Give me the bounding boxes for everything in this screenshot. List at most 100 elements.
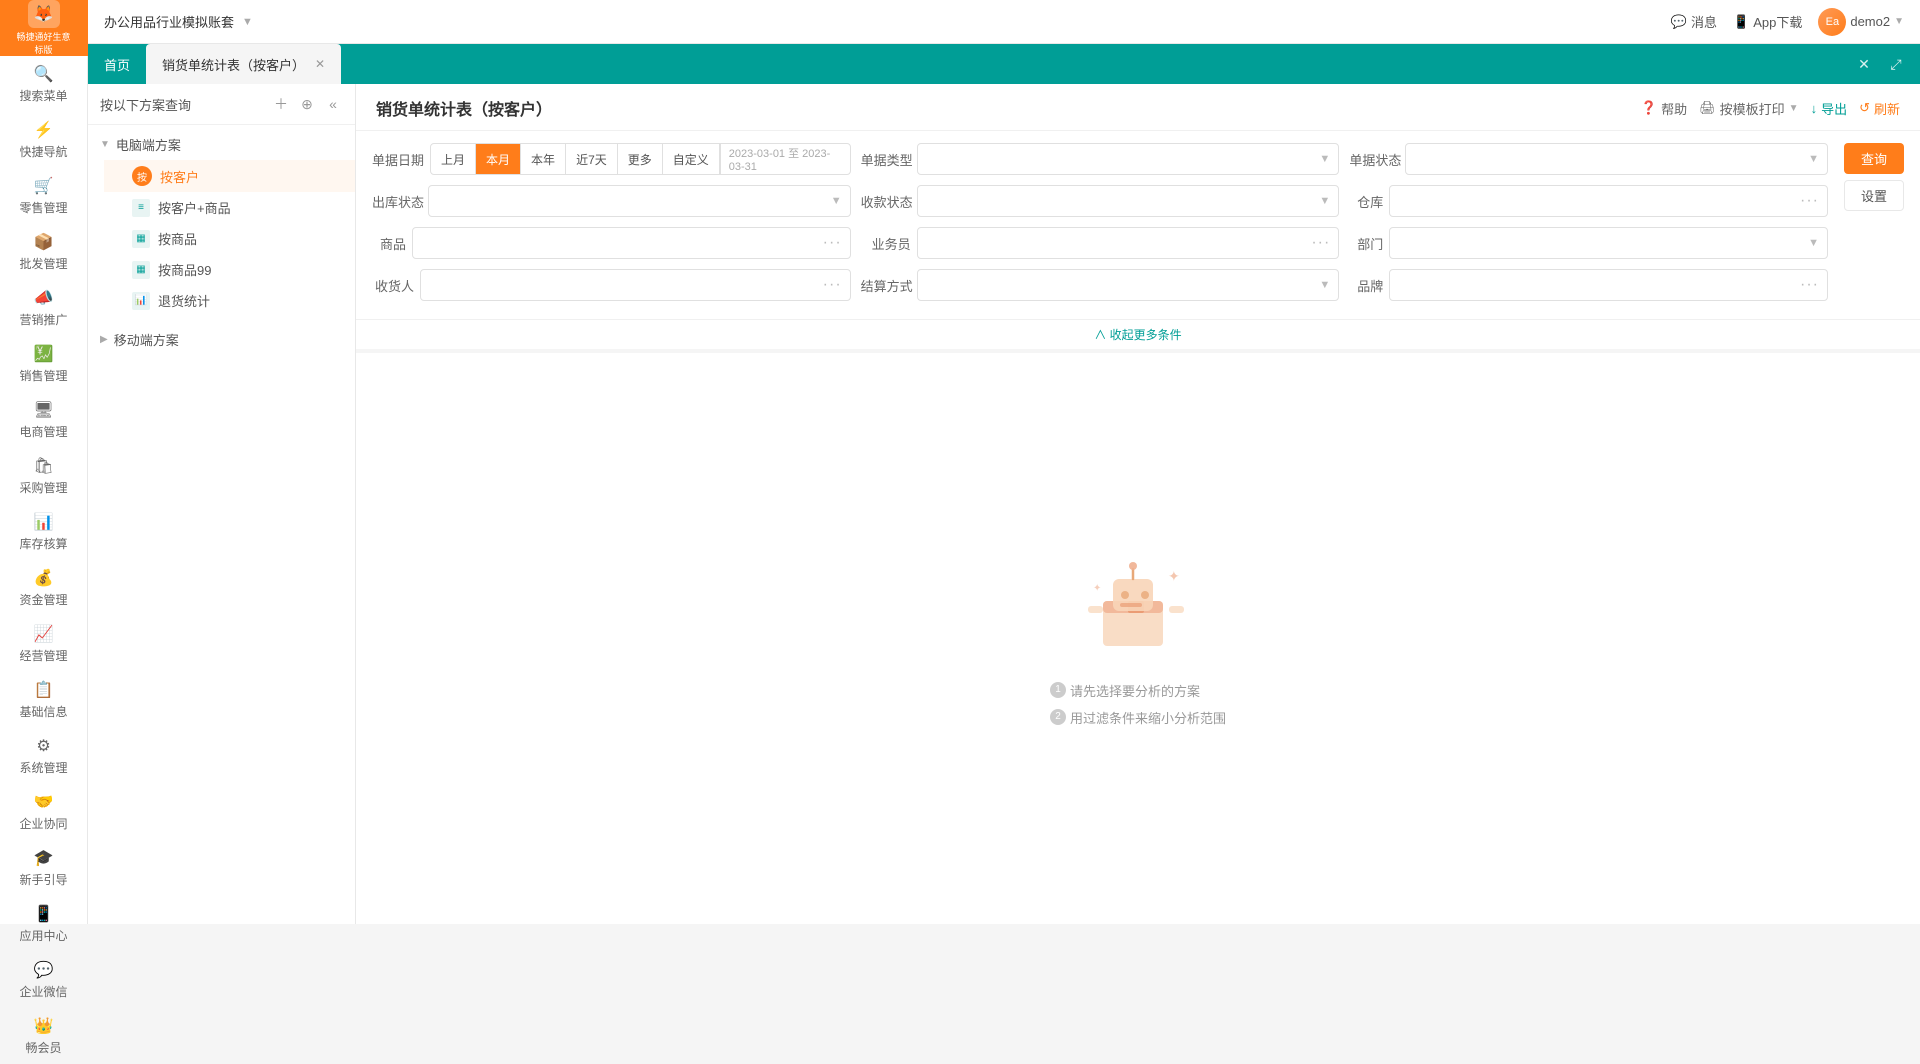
scheme-by-customer-goods[interactable]: ≡ 按客户+商品 [104, 192, 355, 223]
order-type-ctrl[interactable]: ▼ [917, 143, 1340, 175]
date-btn-this-year[interactable]: 本年 [521, 144, 566, 174]
sidebar-item-12[interactable]: ⚙系统管理 [0, 728, 88, 784]
brand-ctrl[interactable]: ··· [1389, 269, 1828, 301]
sidebar-label-12: 系统管理 [19, 759, 67, 776]
sidebar-item-5[interactable]: 💹销售管理 [0, 336, 88, 392]
sidebar-label-3: 批发管理 [19, 255, 67, 272]
sidebar-item-2[interactable]: 🛒零售管理 [0, 168, 88, 224]
sidebar-item-0[interactable]: 🔍搜索菜单 [0, 56, 88, 112]
sidebar-item-10[interactable]: 📈经营管理 [0, 616, 88, 672]
brand-filter: 品牌 ··· [1349, 269, 1828, 301]
sidebar-icon-8: 📊 [34, 512, 54, 532]
help-icon: ❓ [1641, 100, 1657, 116]
warehouse-ctrl[interactable]: ··· [1389, 185, 1828, 217]
sidebar-item-13[interactable]: 🤝企业协同 [0, 784, 88, 840]
settlement-filter: 结算方式 ▼ [861, 269, 1340, 301]
sidebar-icon-9: 💰 [34, 568, 54, 588]
sidebar-icon-16: 💬 [34, 960, 54, 980]
tab-label: 销货单统计表（按客户） [162, 55, 305, 74]
query-btn[interactable]: 查询 [1844, 143, 1904, 174]
refresh-btn[interactable]: ↺ 刷新 [1859, 99, 1900, 118]
filter-area: 单据日期 上月 本月 本年 近7天 更多 自定义 [356, 131, 1920, 319]
sidebar-item-7[interactable]: 🛍采购管理 [0, 448, 88, 504]
collapse-bar[interactable]: ∧ 收起更多条件 [356, 319, 1920, 349]
mobile-scheme-header[interactable]: ▶ 移动端方案 [88, 324, 355, 355]
sidebar-item-1[interactable]: ⚡快捷导航 [0, 112, 88, 168]
desktop-scheme-header[interactable]: ▼ 电脑端方案 [88, 129, 355, 160]
breadcrumb: 办公用品行业模拟账套 [104, 12, 234, 31]
settings-scheme-btn[interactable]: ⊕ [297, 94, 317, 114]
sidebar-icon-1: ⚡ [34, 120, 54, 140]
department-ctrl[interactable]: ▼ [1389, 227, 1828, 259]
date-btn-7days[interactable]: 近7天 [566, 144, 618, 174]
sidebar-item-17[interactable]: 👑畅会员 [0, 1008, 88, 1064]
goods-ctrl[interactable]: ··· [412, 227, 851, 259]
sidebar-item-4[interactable]: 📣营销推广 [0, 280, 88, 336]
date-range-text: 2023-03-01 至 2023-03-31 [729, 145, 842, 173]
receipt-status-ctrl[interactable]: ▼ [917, 185, 1340, 217]
tab-sales-stats[interactable]: 销货单统计表（按客户） ✕ [146, 44, 341, 84]
sidebar-item-6[interactable]: 🖥电商管理 [0, 392, 88, 448]
order-status-filter: 单据状态 ▼ [1349, 143, 1828, 175]
logo-icon: 🦊 [28, 0, 60, 28]
date-btn-this-month[interactable]: 本月 [476, 144, 521, 174]
svg-text:✦: ✦ [1093, 583, 1101, 594]
app-download-btn[interactable]: 📱 App下载 [1733, 12, 1802, 31]
tab-close-icon[interactable]: ✕ [315, 57, 325, 71]
consignee-ctrl[interactable]: ··· [420, 269, 851, 301]
settlement-ctrl[interactable]: ▼ [917, 269, 1340, 301]
scheme-by-customer[interactable]: 按 按客户 [104, 160, 355, 192]
date-btn-last-month[interactable]: 上月 [431, 144, 476, 174]
sidebar-item-8[interactable]: 📊库存核算 [0, 504, 88, 560]
sidebar-label-6: 电商管理 [19, 423, 67, 440]
sidebar-item-15[interactable]: 📱应用中心 [0, 896, 88, 952]
help-btn[interactable]: ❓ 帮助 [1641, 99, 1687, 118]
date-label: 单据日期 [372, 150, 430, 169]
add-scheme-btn[interactable]: ＋ [271, 94, 291, 114]
scheme-by-goods99[interactable]: ▦ 按商品99 [104, 254, 355, 285]
breadcrumb-dropdown-icon[interactable]: ▼ [242, 16, 253, 28]
order-status-ctrl[interactable]: ▼ [1405, 143, 1828, 175]
tab-maximize-btn[interactable]: ⤢ [1884, 52, 1908, 76]
app-logo[interactable]: 🦊 畅捷通好生意 标版 [0, 0, 88, 56]
sidebar-item-3[interactable]: 📦批发管理 [0, 224, 88, 280]
sidebar-item-9[interactable]: 💰资金管理 [0, 560, 88, 616]
goods-dots: ··· [823, 234, 842, 252]
tab-home[interactable]: 首页 [88, 44, 146, 84]
date-btn-more[interactable]: 更多 [618, 144, 663, 174]
setting-btn[interactable]: 设置 [1844, 180, 1904, 211]
export-btn[interactable]: ↓ 导出 [1811, 99, 1848, 118]
sidebar-label-11: 基础信息 [19, 703, 67, 720]
refresh-label: 刷新 [1874, 99, 1900, 118]
tab-right-actions: ✕ ⤢ [1852, 52, 1920, 76]
empty-hint-2: 2 用过滤条件来缩小分析范围 [1050, 708, 1226, 727]
scheme-return-stats[interactable]: 📊 退货统计 [104, 285, 355, 316]
svg-text:✦: ✦ [1168, 568, 1180, 584]
order-status-arrow: ▼ [1808, 153, 1819, 165]
sidebar-item-16[interactable]: 💬企业微信 [0, 952, 88, 1008]
page-title: 销货单统计表（按客户） [376, 96, 552, 120]
filter-row-2: 出库状态 ▼ 收款状态 ▼ [372, 185, 1828, 217]
sidebar-label-17: 畅会员 [25, 1039, 61, 1056]
sidebar-item-14[interactable]: 🎓新手引导 [0, 840, 88, 896]
message-label: 消息 [1691, 12, 1717, 31]
user-info[interactable]: Ea demo2 ▼ [1818, 8, 1904, 36]
receipt-status-arrow: ▼ [1319, 195, 1330, 207]
out-status-ctrl[interactable]: ▼ [428, 185, 851, 217]
message-btn[interactable]: 💬 消息 [1671, 12, 1717, 31]
sidebar-item-11[interactable]: 📋基础信息 [0, 672, 88, 728]
date-btn-custom[interactable]: 自定义 [663, 144, 720, 174]
consignee-dots: ··· [823, 276, 842, 294]
salesperson-ctrl[interactable]: ··· [917, 227, 1340, 259]
date-range-display: 2023-03-01 至 2023-03-31 [720, 144, 850, 174]
filter-row-1: 单据日期 上月 本月 本年 近7天 更多 自定义 [372, 143, 1828, 175]
desktop-scheme-items: 按 按客户 ≡ 按客户+商品 ▦ 按商品 ▦ 按商品99 [88, 160, 355, 316]
scheme-by-goods[interactable]: ▦ 按商品 [104, 223, 355, 254]
template-print-btn[interactable]: 🖨 按模板打印 ▼ [1699, 99, 1798, 118]
empty-hint-1: 1 请先选择要分析的方案 [1050, 681, 1226, 700]
header-right: 💬 消息 📱 App下载 Ea demo2 ▼ [1671, 8, 1904, 36]
collapse-panel-btn[interactable]: « [323, 94, 343, 114]
header-left: 办公用品行业模拟账套 ▼ [104, 12, 253, 31]
tab-minimize-btn[interactable]: ✕ [1852, 52, 1876, 76]
left-panel-header: 按以下方案查询 ＋ ⊕ « [88, 84, 355, 125]
